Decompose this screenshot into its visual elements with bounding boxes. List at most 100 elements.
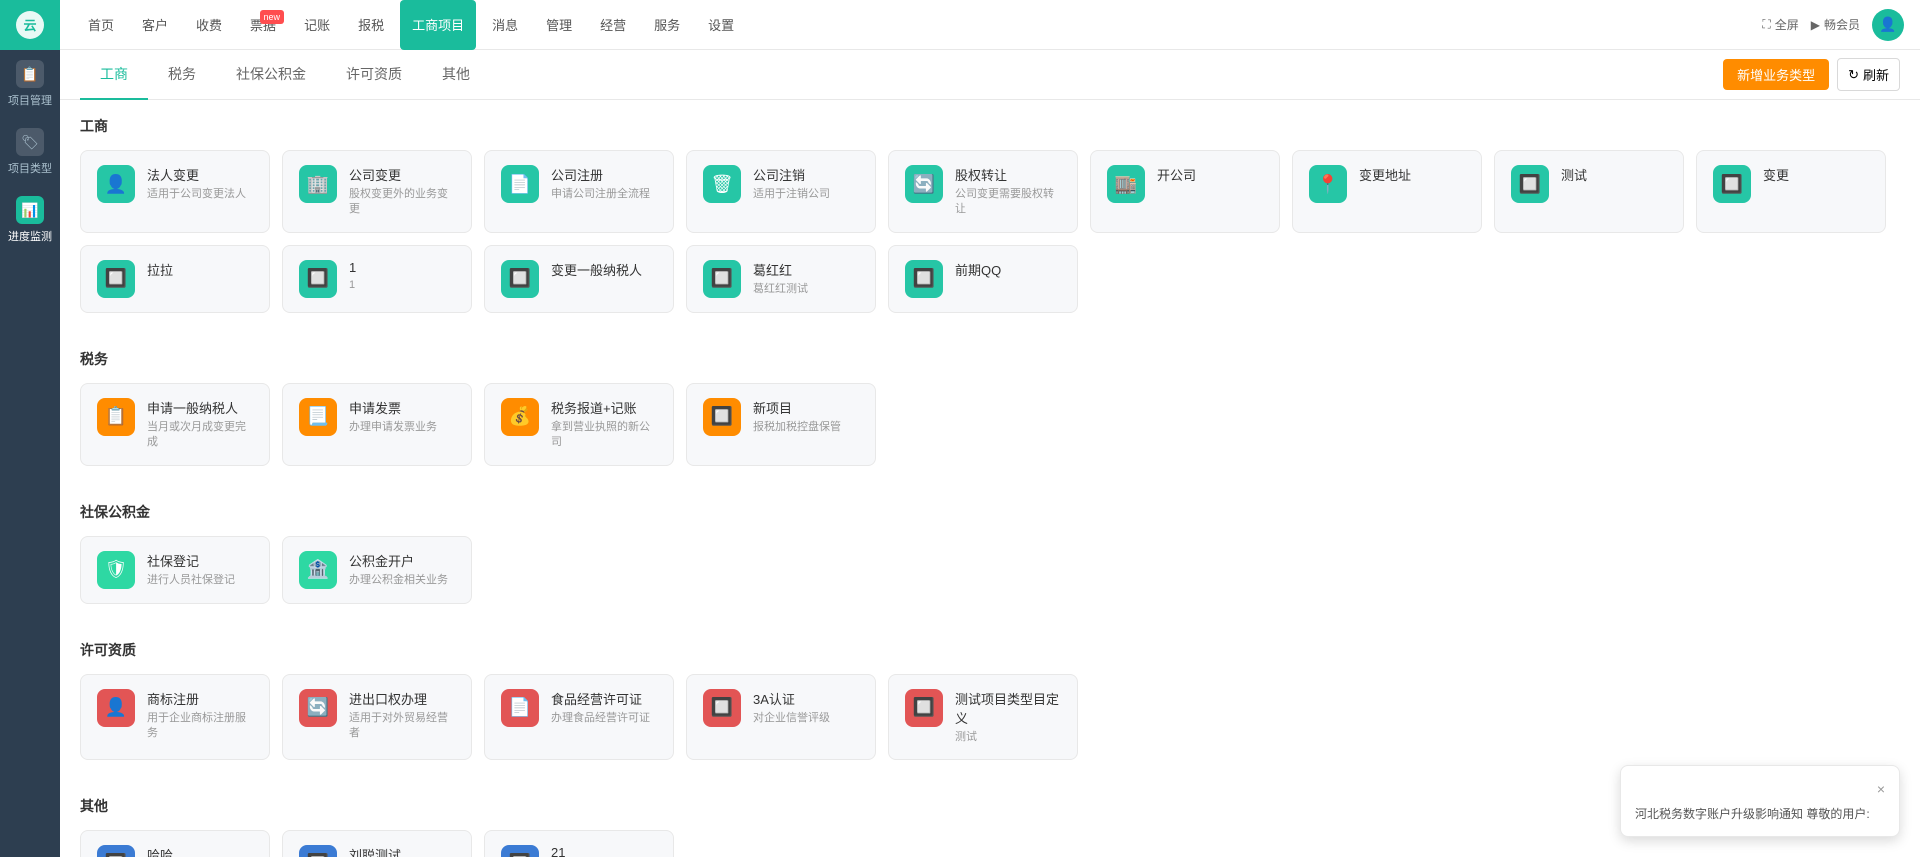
- card-icon: 👤: [97, 165, 135, 203]
- card-text: 商标注册用于企业商标注册服务: [147, 689, 253, 742]
- card-title: 变更一般纳税人: [551, 260, 657, 279]
- tab-qita[interactable]: 其他: [422, 50, 490, 100]
- nav-business-project[interactable]: 工商项目: [400, 0, 476, 50]
- card-text: 拉拉: [147, 260, 253, 282]
- card-title: 公积金开户: [349, 551, 455, 570]
- nav-message[interactable]: 消息: [480, 0, 530, 50]
- service-card-股权转让[interactable]: 🔄股权转让公司变更需要股权转让: [888, 150, 1078, 233]
- service-card-21[interactable]: 🔲211: [484, 830, 674, 857]
- service-card-拉拉[interactable]: 🔲拉拉: [80, 245, 270, 313]
- nav-home[interactable]: 首页: [76, 0, 126, 50]
- section-shuiwu: 税务 📋申请一般纳税人当月或次月成变更完成📃申请发票办理申请发票业务💰税务报道+…: [60, 333, 1920, 466]
- nav-customer[interactable]: 客户: [130, 0, 180, 50]
- card-icon: 📍: [1309, 165, 1347, 203]
- card-desc: 办理公积金相关业务: [349, 573, 455, 588]
- service-card-刘聪测试[interactable]: 🔲刘聪测试测试: [282, 830, 472, 857]
- service-card-开公司[interactable]: 🏬开公司: [1090, 150, 1280, 233]
- card-icon: 🔲: [1511, 165, 1549, 203]
- card-icon: 🔲: [703, 260, 741, 298]
- nav-settings[interactable]: 设置: [696, 0, 746, 50]
- service-card-公司注销[interactable]: 🗑公司注销适用于注销公司: [686, 150, 876, 233]
- avatar-icon: 👤: [1879, 16, 1896, 33]
- service-card-变更地址[interactable]: 📍 变更地址: [1292, 150, 1482, 233]
- member-button[interactable]: ▶ 畅会员: [1811, 16, 1860, 33]
- card-icon: 🏬: [1107, 165, 1145, 203]
- sidebar-item-progress[interactable]: 📊 进度监测: [0, 186, 60, 254]
- nav-billing[interactable]: 收费: [184, 0, 234, 50]
- tab-xuke[interactable]: 许可资质: [326, 50, 422, 100]
- service-card-测试项目类型目定义[interactable]: 🔲测试项目类型目定义测试: [888, 674, 1078, 760]
- card-desc: 适用于对外贸易经营者: [349, 711, 455, 742]
- card-icon: 🔲: [703, 689, 741, 727]
- card-icon: 🔲: [501, 260, 539, 298]
- notification-close-button[interactable]: ×: [1877, 778, 1885, 800]
- service-card-食品经营许可证[interactable]: 📄食品经营许可证办理食品经营许可证: [484, 674, 674, 760]
- card-icon: 💰: [501, 398, 539, 436]
- card-title: 葛红红: [753, 260, 859, 279]
- service-card-变更[interactable]: 🔲变更: [1696, 150, 1886, 233]
- card-desc: 申请公司注册全流程: [551, 187, 657, 202]
- card-desc: 1: [349, 278, 455, 293]
- service-card-葛红红[interactable]: 🔲葛红红葛红红测试: [686, 245, 876, 313]
- service-card-新项目[interactable]: 🔲新项目报税加税控盘保管: [686, 383, 876, 466]
- shuiwu-cards-grid: 📋申请一般纳税人当月或次月成变更完成📃申请发票办理申请发票业务💰税务报道+记账拿…: [80, 383, 1900, 466]
- card-text: 变更一般纳税人: [551, 260, 657, 282]
- tab-shebao[interactable]: 社保公积金: [216, 50, 326, 100]
- new-type-button[interactable]: 新增业务类型: [1723, 59, 1829, 90]
- card-text: 刘聪测试测试: [349, 845, 455, 857]
- notification-popup: × 河北税务数字账户升级影响通知 尊敬的用户:: [1620, 765, 1900, 837]
- user-avatar[interactable]: 👤: [1872, 9, 1904, 41]
- service-card-申请发票[interactable]: 📃申请发票办理申请发票业务: [282, 383, 472, 466]
- nav-operation[interactable]: 经营: [588, 0, 638, 50]
- section-title-xuke: 许可资质: [80, 640, 1900, 660]
- service-card-社保登记[interactable]: 🛡社保登记进行人员社保登记: [80, 536, 270, 604]
- service-card-公积金开户[interactable]: 🏦公积金开户办理公积金相关业务: [282, 536, 472, 604]
- section-shebao: 社保公积金 🛡社保登记进行人员社保登记🏦公积金开户办理公积金相关业务: [60, 486, 1920, 604]
- nav-management[interactable]: 管理: [534, 0, 584, 50]
- sidebar-logo: 云: [0, 0, 60, 50]
- card-text: 公积金开户办理公积金相关业务: [349, 551, 455, 588]
- card-desc: 拿到营业执照的新公司: [551, 420, 657, 451]
- card-text: 申请发票办理申请发票业务: [349, 398, 455, 435]
- card-text: 测试: [1561, 165, 1667, 187]
- sidebar-item-project-management[interactable]: 📋 项目管理: [0, 50, 60, 118]
- nav-bookkeeping[interactable]: 记账: [292, 0, 342, 50]
- service-card-商标注册[interactable]: 👤商标注册用于企业商标注册服务: [80, 674, 270, 760]
- card-title: 社保登记: [147, 551, 253, 570]
- sidebar-item-project-type[interactable]: 🏷 项目类型: [0, 118, 60, 186]
- nav-service[interactable]: 服务: [642, 0, 692, 50]
- service-card-变更一般纳税人[interactable]: 🔲 变更一般纳税人: [484, 245, 674, 313]
- card-desc: 办理申请发票业务: [349, 420, 455, 435]
- fullscreen-button[interactable]: ⛶ 全屏: [1762, 16, 1798, 33]
- card-title: 刘聪测试: [349, 845, 455, 857]
- card-title: 21: [551, 845, 657, 857]
- card-desc: 公司变更需要股权转让: [955, 187, 1061, 218]
- member-icon: ▶: [1811, 18, 1820, 32]
- refresh-button[interactable]: ↻ 刷新: [1837, 58, 1900, 91]
- card-title: 申请发票: [349, 398, 455, 417]
- nav-invoice[interactable]: 票据 new: [238, 0, 288, 50]
- card-text: 测试项目类型目定义测试: [955, 689, 1061, 745]
- tab-shuiwu[interactable]: 税务: [148, 50, 216, 100]
- service-card-税务报道+记账[interactable]: 💰税务报道+记账拿到营业执照的新公司: [484, 383, 674, 466]
- service-card-进出口权办理[interactable]: 🔄进出口权办理适用于对外贸易经营者: [282, 674, 472, 760]
- card-text: 11: [349, 260, 455, 293]
- card-icon: 🔲: [703, 398, 741, 436]
- nav-tax[interactable]: 报税: [346, 0, 396, 50]
- tab-bar: 工商 税务 社保公积金 许可资质 其他 新增业务类型 ↻: [60, 50, 1920, 100]
- service-card-测试[interactable]: 🔲 测试: [1494, 150, 1684, 233]
- project-management-icon: 📋: [16, 60, 44, 88]
- card-text: 变更地址: [1359, 165, 1465, 187]
- notification-text: 河北税务数字账户升级影响通知 尊敬的用户:: [1635, 805, 1885, 824]
- service-card-哈哈[interactable]: 🔲哈哈: [80, 830, 270, 857]
- section-xuke: 许可资质 👤商标注册用于企业商标注册服务🔄进出口权办理适用于对外贸易经营者📄食品…: [60, 624, 1920, 760]
- service-card-1[interactable]: 🔲11: [282, 245, 472, 313]
- service-card-公司变更[interactable]: 🏢公司变更股权变更外的业务变更: [282, 150, 472, 233]
- service-card-前期QQ[interactable]: 🔲前期QQ: [888, 245, 1078, 313]
- service-card-申请一般纳税人[interactable]: 📋申请一般纳税人当月或次月成变更完成: [80, 383, 270, 466]
- tab-gongshang[interactable]: 工商: [80, 50, 148, 100]
- section-gongshang: 工商 👤法人变更适用于公司变更法人🏢公司变更股权变更外的业务变更📄公司注册申请公…: [60, 100, 1920, 313]
- service-card-3A认证[interactable]: 🔲3A认证对企业信誉评级: [686, 674, 876, 760]
- service-card-法人变更[interactable]: 👤法人变更适用于公司变更法人: [80, 150, 270, 233]
- service-card-公司注册[interactable]: 📄公司注册申请公司注册全流程: [484, 150, 674, 233]
